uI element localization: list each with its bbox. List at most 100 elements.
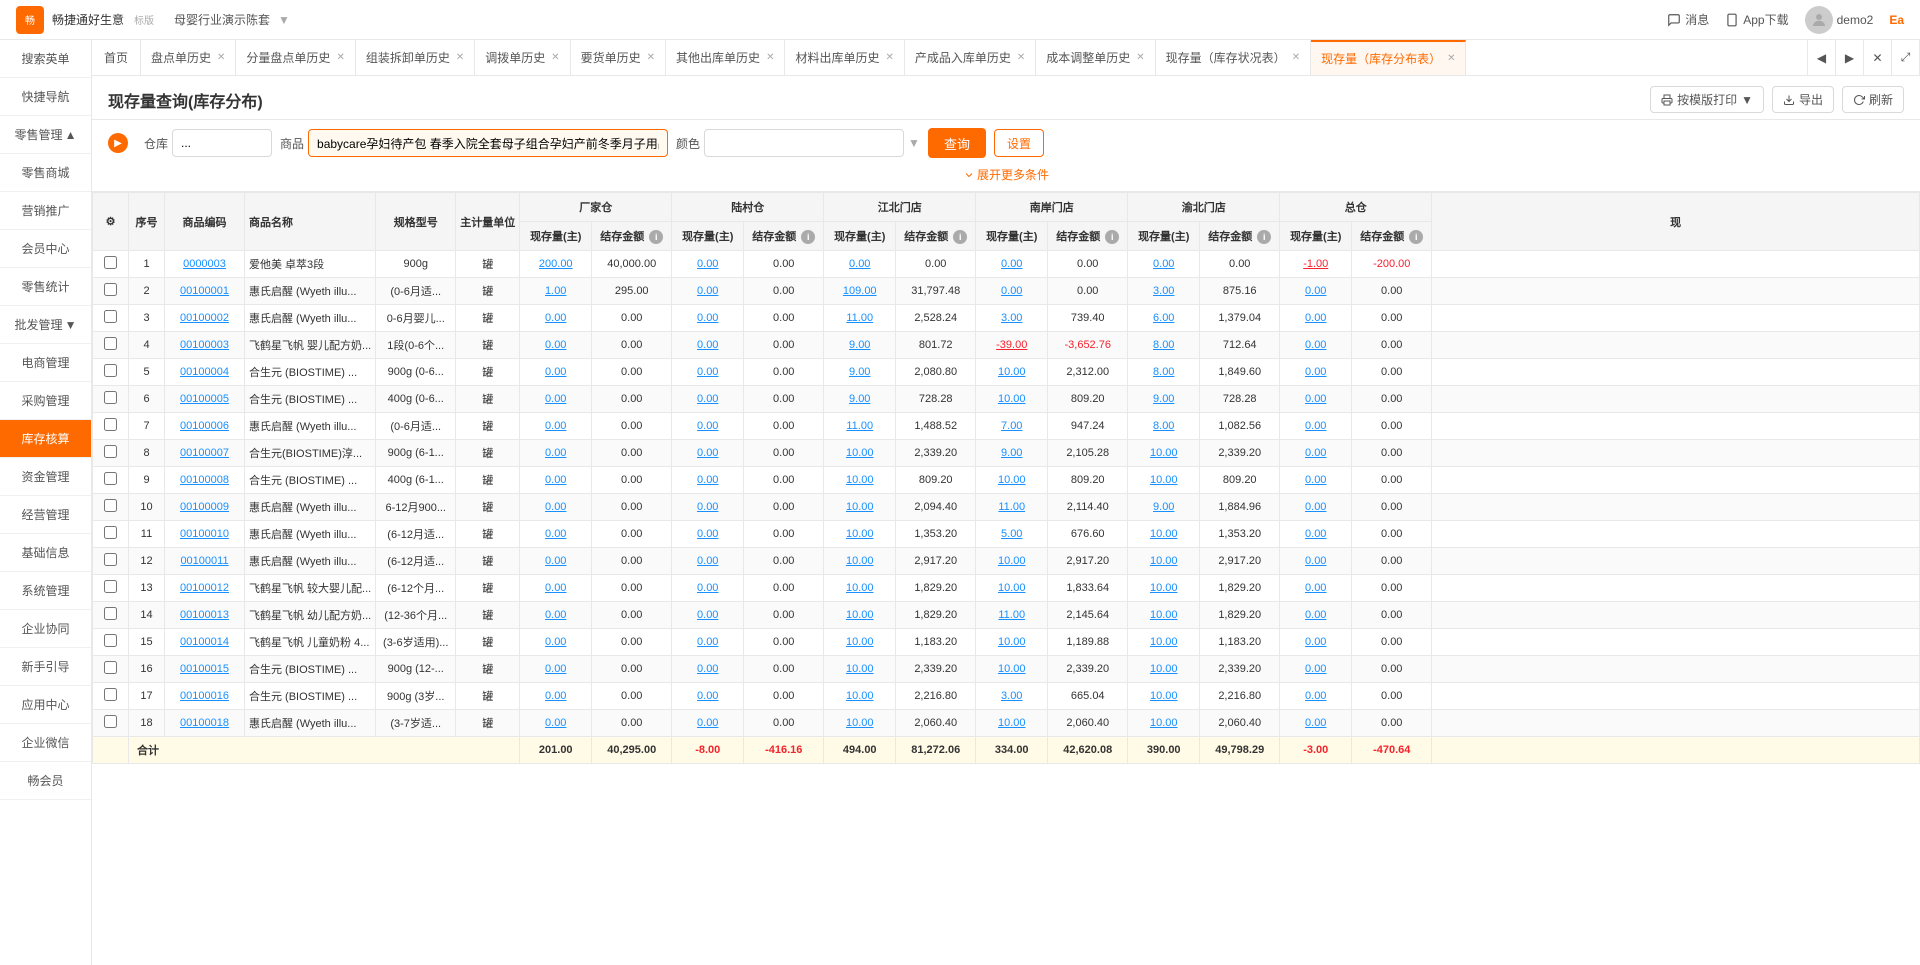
row-checkbox[interactable] (93, 656, 129, 683)
print-btn[interactable]: 按模版打印 ▼ (1650, 86, 1764, 113)
row-cz-qty[interactable]: 0.00 (520, 683, 592, 710)
row-jb-qty[interactable]: 10.00 (824, 602, 896, 629)
row-code[interactable]: 00100011 (165, 548, 245, 575)
row-lc-qty[interactable]: 0.00 (672, 548, 744, 575)
tab-item-3[interactable]: 组装拆卸单历史✕ (356, 40, 475, 76)
row-yb-qty[interactable]: 8.00 (1128, 413, 1200, 440)
tab-item-6[interactable]: 其他出库单历史✕ (666, 40, 785, 76)
sidebar-item-retail-stat[interactable]: 零售统计 (0, 268, 91, 306)
row-jb-qty[interactable]: 10.00 (824, 629, 896, 656)
sidebar-item-wechat[interactable]: 企业微信 (0, 724, 91, 762)
row-checkbox[interactable] (93, 548, 129, 575)
row-na-qty[interactable]: 3.00 (976, 683, 1048, 710)
row-yb-qty[interactable]: 10.00 (1128, 575, 1200, 602)
row-jb-qty[interactable]: 10.00 (824, 467, 896, 494)
row-code[interactable]: 00100012 (165, 575, 245, 602)
row-checkbox[interactable] (93, 440, 129, 467)
zc-amt-info-icon[interactable]: i (1409, 230, 1423, 244)
row-na-qty[interactable]: 10.00 (976, 386, 1048, 413)
row-checkbox[interactable] (93, 710, 129, 737)
tab-close-5[interactable]: ✕ (647, 52, 655, 63)
row-lc-qty[interactable]: 0.00 (672, 386, 744, 413)
setting-btn[interactable]: 设置 (994, 129, 1044, 157)
product-input[interactable] (308, 129, 668, 157)
row-yb-qty[interactable]: 10.00 (1128, 710, 1200, 737)
row-yb-qty[interactable]: 10.00 (1128, 467, 1200, 494)
sidebar-item-basic[interactable]: 基础信息 (0, 534, 91, 572)
row-yb-qty[interactable]: 10.00 (1128, 602, 1200, 629)
sidebar-item-member[interactable]: 会员中心 (0, 230, 91, 268)
row-lc-qty[interactable]: 0.00 (672, 575, 744, 602)
tab-item-7[interactable]: 材料出库单历史✕ (785, 40, 904, 76)
row-na-qty[interactable]: 0.00 (976, 278, 1048, 305)
app-download-btn[interactable]: App下载 (1725, 11, 1788, 28)
col-settings[interactable]: ⚙ (93, 193, 129, 251)
row-checkbox[interactable] (93, 521, 129, 548)
row-zc-qty[interactable]: 0.00 (1280, 548, 1352, 575)
row-code[interactable]: 00100004 (165, 359, 245, 386)
tab-close-9[interactable]: ✕ (1136, 52, 1144, 63)
lc-amt-info-icon[interactable]: i (801, 230, 815, 244)
na-amt-info-icon[interactable]: i (1105, 230, 1119, 244)
tab-item-1[interactable]: 盘点单历史✕ (141, 40, 236, 76)
row-na-qty[interactable]: 10.00 (976, 359, 1048, 386)
sidebar-item-inventory[interactable]: 库存核算 (0, 420, 91, 458)
row-zc-qty[interactable]: 0.00 (1280, 683, 1352, 710)
row-checkbox[interactable] (93, 602, 129, 629)
tab-close-2[interactable]: ✕ (336, 52, 344, 63)
expand-conditions-btn[interactable]: 展开更多条件 (963, 166, 1049, 183)
row-cz-qty[interactable]: 0.00 (520, 602, 592, 629)
row-zc-qty[interactable]: 0.00 (1280, 710, 1352, 737)
industry-selector[interactable]: 母婴行业演示陈套 (174, 11, 270, 28)
row-checkbox[interactable] (93, 413, 129, 440)
row-cz-qty[interactable]: 0.00 (520, 629, 592, 656)
sidebar-item-vip[interactable]: 畅会员 (0, 762, 91, 800)
row-zc-qty[interactable]: -1.00 (1280, 251, 1352, 278)
row-cz-qty[interactable]: 0.00 (520, 575, 592, 602)
tab-item-9[interactable]: 成本调整单历史✕ (1036, 40, 1155, 76)
row-yb-qty[interactable]: 10.00 (1128, 440, 1200, 467)
row-yb-qty[interactable]: 6.00 (1128, 305, 1200, 332)
message-btn[interactable]: 消息 (1667, 11, 1709, 28)
color-dropdown-icon[interactable]: ▼ (908, 136, 920, 150)
row-checkbox[interactable] (93, 683, 129, 710)
row-jb-qty[interactable]: 10.00 (824, 683, 896, 710)
row-zc-qty[interactable]: 0.00 (1280, 440, 1352, 467)
row-yb-qty[interactable]: 10.00 (1128, 521, 1200, 548)
filter-toggle-btn[interactable]: ▶ (108, 133, 128, 153)
industry-dropdown[interactable]: ▼ (278, 13, 290, 27)
tab-next-btn[interactable]: ▶ (1836, 40, 1864, 76)
tab-item-8[interactable]: 产成品入库单历史✕ (905, 40, 1036, 76)
row-code[interactable]: 00100013 (165, 602, 245, 629)
tab-close-4[interactable]: ✕ (551, 52, 559, 63)
row-checkbox[interactable] (93, 359, 129, 386)
sidebar-item-purchase[interactable]: 采购管理 (0, 382, 91, 420)
query-btn[interactable]: 查询 (928, 128, 986, 158)
row-na-qty[interactable]: 11.00 (976, 602, 1048, 629)
row-code[interactable]: 00100018 (165, 710, 245, 737)
row-jb-qty[interactable]: 10.00 (824, 710, 896, 737)
row-jb-qty[interactable]: 9.00 (824, 359, 896, 386)
tab-close-7[interactable]: ✕ (885, 52, 893, 63)
row-jb-qty[interactable]: 10.00 (824, 575, 896, 602)
sidebar-item-operations[interactable]: 经营管理 (0, 496, 91, 534)
tab-close-10[interactable]: ✕ (1292, 52, 1300, 63)
row-cz-qty[interactable]: 0.00 (520, 494, 592, 521)
row-cz-qty[interactable]: 1.00 (520, 278, 592, 305)
row-lc-qty[interactable]: 0.00 (672, 332, 744, 359)
row-checkbox[interactable] (93, 386, 129, 413)
sidebar-item-search[interactable]: 搜索英单 (0, 40, 91, 78)
color-input[interactable] (704, 129, 904, 157)
row-code[interactable]: 00100010 (165, 521, 245, 548)
row-na-qty[interactable]: 10.00 (976, 710, 1048, 737)
row-checkbox[interactable] (93, 629, 129, 656)
row-lc-qty[interactable]: 0.00 (672, 710, 744, 737)
row-yb-qty[interactable]: 3.00 (1128, 278, 1200, 305)
row-lc-qty[interactable]: 0.00 (672, 656, 744, 683)
row-yb-qty[interactable]: 10.00 (1128, 656, 1200, 683)
row-lc-qty[interactable]: 0.00 (672, 494, 744, 521)
yb-amt-info-icon[interactable]: i (1257, 230, 1271, 244)
row-lc-qty[interactable]: 0.00 (672, 278, 744, 305)
row-zc-qty[interactable]: 0.00 (1280, 629, 1352, 656)
row-na-qty[interactable]: 10.00 (976, 548, 1048, 575)
